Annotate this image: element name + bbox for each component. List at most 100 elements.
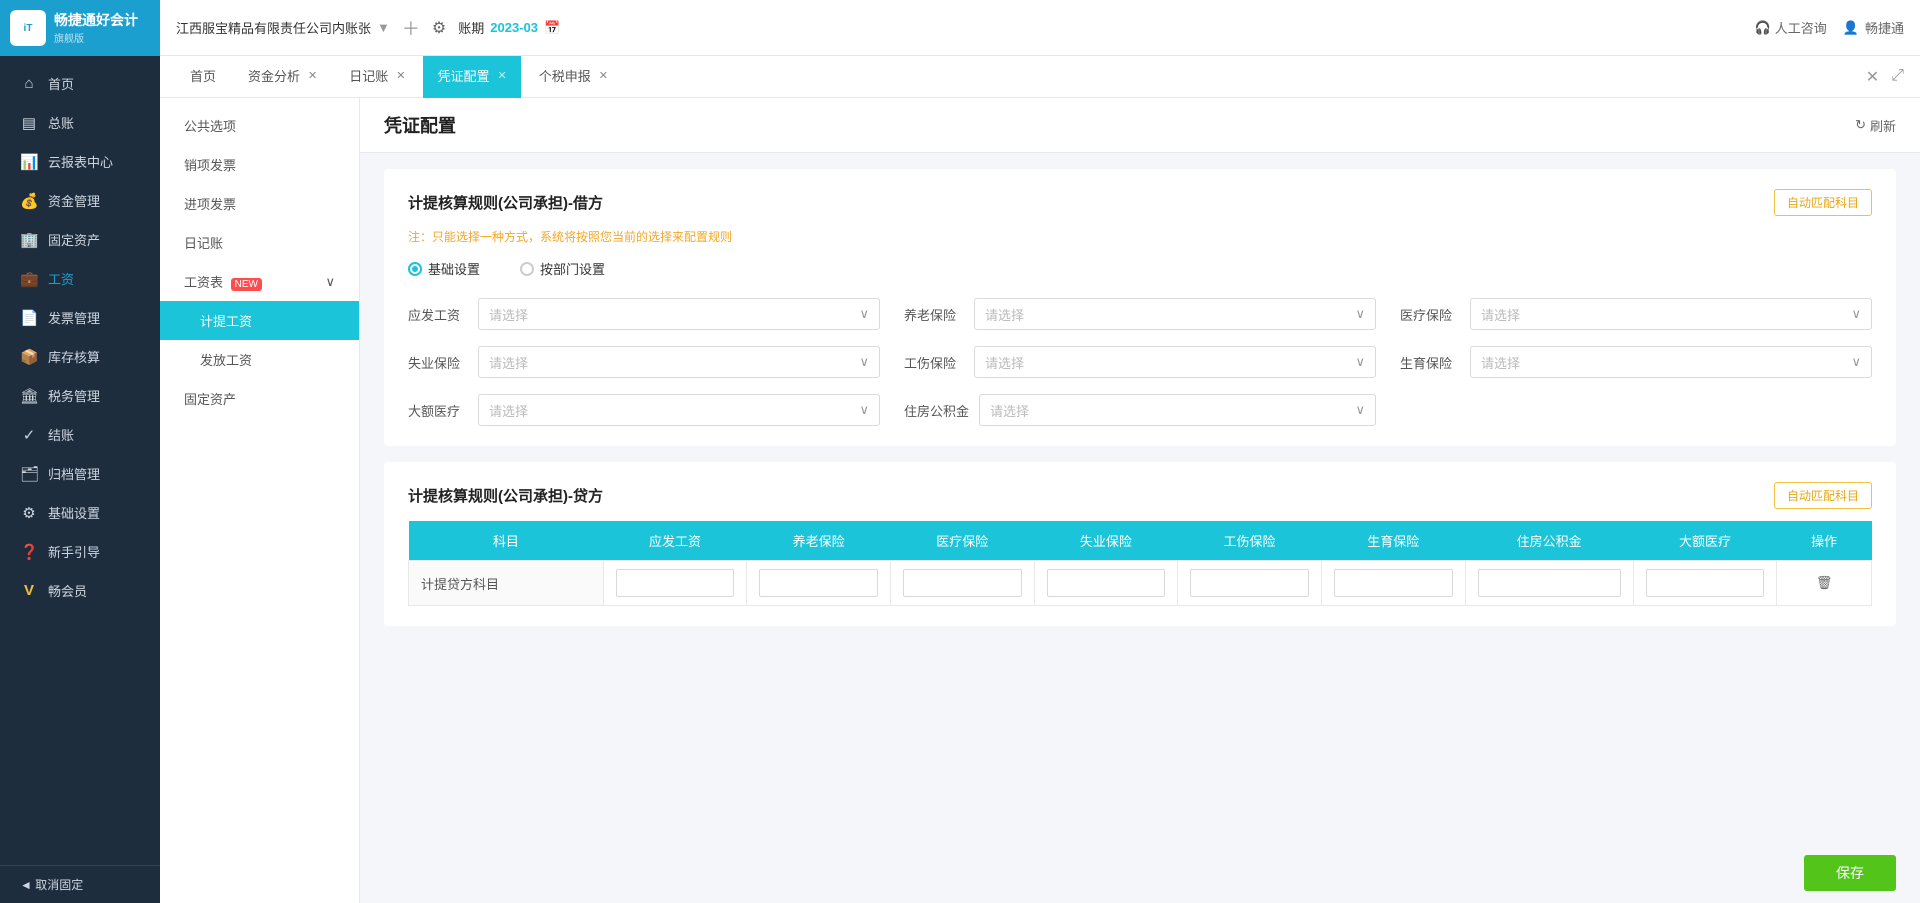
input-gjj-credit[interactable]: [1478, 569, 1621, 597]
chevron-yiliao-icon: ∨: [1851, 306, 1861, 322]
main-area: 江西服宝精品有限责任公司内账张 ▼ ＋ ⚙ 账期 2023-03 📅 🎧 人工咨…: [160, 0, 1920, 903]
table-row: 计提贷方科目 🗑: [409, 561, 1872, 606]
ledger-icon: ▤: [20, 114, 38, 132]
menu-item-pay-salary[interactable]: 发放工资: [160, 340, 359, 379]
credit-table: 科目 应发工资 养老保险 医疗保险 失业保险 工伤保险 生育保险 住房公积金 大…: [408, 521, 1872, 606]
sidebar-item-inventory[interactable]: 📦 库存核算: [0, 337, 160, 376]
user-avatar-icon: 👤: [1843, 20, 1859, 36]
menu-item-payroll-table[interactable]: 工资表 NEW ∨: [160, 262, 359, 301]
tab-close-window-icon[interactable]: ✕: [1866, 67, 1879, 87]
sidebar-item-vip[interactable]: V 畅会员: [0, 571, 160, 610]
new-badge: NEW: [231, 278, 262, 291]
select-yanglao-placeholder: 请选择: [985, 305, 1024, 324]
select-dae-placeholder: 请选择: [489, 401, 528, 420]
tab-funds-analysis[interactable]: 资金分析 ✕: [234, 56, 331, 98]
select-dae-yiliao[interactable]: 请选择 ∨: [478, 394, 880, 426]
radio-basic-indicator: [408, 262, 422, 276]
tab-voucher-close[interactable]: ✕: [498, 69, 507, 82]
tab-maximize-icon[interactable]: ⤢: [1891, 67, 1904, 87]
field-shengyu: 生育保险 请选择 ∨: [1400, 346, 1872, 378]
collapse-sidebar-btn[interactable]: ◄ 取消固定: [0, 865, 160, 903]
add-company-btn[interactable]: ＋: [402, 15, 420, 41]
sidebar-item-funds[interactable]: 💰 资金管理: [0, 181, 160, 220]
credit-auto-match-btn[interactable]: 自动匹配科目: [1774, 482, 1872, 509]
input-gongshang-credit[interactable]: [1190, 569, 1309, 597]
input-shiye-credit[interactable]: [1047, 569, 1166, 597]
sidebar-label-close: 结账: [48, 425, 74, 444]
field-gjj: 住房公积金 请选择 ∨: [904, 394, 1376, 426]
tab-tax-label: 个税申报: [539, 66, 591, 85]
refresh-btn[interactable]: ↻ 刷新: [1855, 116, 1896, 135]
tab-journal[interactable]: 日记账 ✕: [335, 56, 419, 98]
menu-item-purchase-invoice[interactable]: 进项发票: [160, 184, 359, 223]
tab-journal-close[interactable]: ✕: [396, 69, 405, 82]
select-yanglao[interactable]: 请选择 ∨: [974, 298, 1376, 330]
tab-voucher-config[interactable]: 凭证配置 ✕: [423, 56, 520, 98]
tab-tax-close[interactable]: ✕: [599, 69, 608, 82]
sidebar-item-reports[interactable]: 📊 云报表中心: [0, 142, 160, 181]
settings-icon: ⚙: [20, 504, 38, 522]
sidebar-item-tax[interactable]: 🏛 税务管理: [0, 376, 160, 415]
select-shengyu[interactable]: 请选择 ∨: [1470, 346, 1872, 378]
tab-funds-close[interactable]: ✕: [308, 69, 317, 82]
menu-item-journal[interactable]: 日记账: [160, 223, 359, 262]
menu-sales-label: 销项发票: [184, 155, 236, 174]
select-yingfa[interactable]: 请选择 ∨: [478, 298, 880, 330]
sidebar-label-ledger: 总账: [48, 113, 74, 132]
page-main: 凭证配置 ↻ 刷新 计提核算规则(公司承担)-借方 自动匹配科目 注：只能选择一…: [360, 98, 1920, 903]
select-shiye[interactable]: 请选择 ∨: [478, 346, 880, 378]
select-yingfa-placeholder: 请选择: [489, 305, 528, 324]
menu-item-sales-invoice[interactable]: 销项发票: [160, 145, 359, 184]
input-yiliao-credit[interactable]: [903, 569, 1022, 597]
menu-item-public[interactable]: 公共选项: [160, 106, 359, 145]
period-settings-icon[interactable]: ⚙: [432, 18, 446, 38]
setting-mode-radio-group: 基础设置 按部门设置: [408, 259, 1872, 278]
chevron-gjj-icon: ∨: [1355, 402, 1365, 418]
archive-icon: 🗂: [20, 465, 38, 483]
tab-home[interactable]: 首页: [176, 56, 230, 98]
sidebar-item-settings[interactable]: ⚙ 基础设置: [0, 493, 160, 532]
calendar-icon[interactable]: 📅: [544, 20, 560, 36]
label-shiye: 失业保险: [408, 353, 468, 372]
menu-item-accrue-salary[interactable]: 计提工资: [160, 301, 359, 340]
select-gongshang[interactable]: 请选择 ∨: [974, 346, 1376, 378]
select-gjj[interactable]: 请选择 ∨: [979, 394, 1376, 426]
delete-row-icon[interactable]: 🗑: [1816, 575, 1833, 590]
input-yanglao-credit[interactable]: [759, 569, 878, 597]
sidebar-item-guide[interactable]: ❓ 新手引导: [0, 532, 160, 571]
input-shengyu-credit[interactable]: [1334, 569, 1453, 597]
sidebar-label-guide: 新手引导: [48, 542, 100, 561]
debit-auto-match-btn[interactable]: 自动匹配科目: [1774, 189, 1872, 216]
sidebar-item-ledger[interactable]: ▤ 总账: [0, 103, 160, 142]
select-yiliao[interactable]: 请选择 ∨: [1470, 298, 1872, 330]
company-dropdown-icon[interactable]: ▼: [377, 20, 390, 35]
sidebar-label-home: 首页: [48, 74, 74, 93]
debit-section-title: 计提核算规则(公司承担)-借方: [408, 192, 603, 213]
customer-service-btn[interactable]: 🎧 人工咨询: [1755, 18, 1827, 37]
radio-basic-setting[interactable]: 基础设置: [408, 259, 480, 278]
menu-item-fixed-assets[interactable]: 固定资产: [160, 379, 359, 418]
credit-section: 计提核算规则(公司承担)-贷方 自动匹配科目 科目 应发工资 养老保险 医疗保险…: [384, 462, 1896, 626]
sidebar-item-home[interactable]: ⌂ 首页: [0, 64, 160, 103]
sidebar-item-assets[interactable]: 🏢 固定资产: [0, 220, 160, 259]
save-btn[interactable]: 保存: [1804, 855, 1896, 891]
sidebar-item-archive[interactable]: 🗂 归档管理: [0, 454, 160, 493]
sidebar-item-close[interactable]: ✓ 结账: [0, 415, 160, 454]
tab-voucher-label: 凭证配置: [437, 66, 489, 85]
col-header-yiliao: 医疗保险: [890, 521, 1034, 561]
credit-section-header: 计提核算规则(公司承担)-贷方 自动匹配科目: [408, 482, 1872, 509]
col-header-gongshang: 工伤保险: [1178, 521, 1322, 561]
sidebar-label-vip: 畅会员: [48, 581, 87, 600]
app-version: 旗舰版: [54, 30, 138, 45]
tab-tax-report[interactable]: 个税申报 ✕: [525, 56, 622, 98]
radio-dept-setting[interactable]: 按部门设置: [520, 259, 605, 278]
sidebar-label-reports: 云报表中心: [48, 152, 113, 171]
sidebar-item-invoice[interactable]: 📄 发票管理: [0, 298, 160, 337]
input-yingfa-credit[interactable]: [616, 569, 735, 597]
sidebar-item-salary[interactable]: 💼 工资: [0, 259, 160, 298]
topbar: 江西服宝精品有限责任公司内账张 ▼ ＋ ⚙ 账期 2023-03 📅 🎧 人工咨…: [160, 0, 1920, 56]
col-header-yanglao: 养老保险: [747, 521, 891, 561]
user-menu-btn[interactable]: 👤 畅捷通: [1843, 18, 1904, 37]
input-dae-credit[interactable]: [1646, 569, 1765, 597]
left-menu: 公共选项 销项发票 进项发票 日记账 工资表 NEW ∨ 计提工资 发放工资: [160, 98, 360, 903]
